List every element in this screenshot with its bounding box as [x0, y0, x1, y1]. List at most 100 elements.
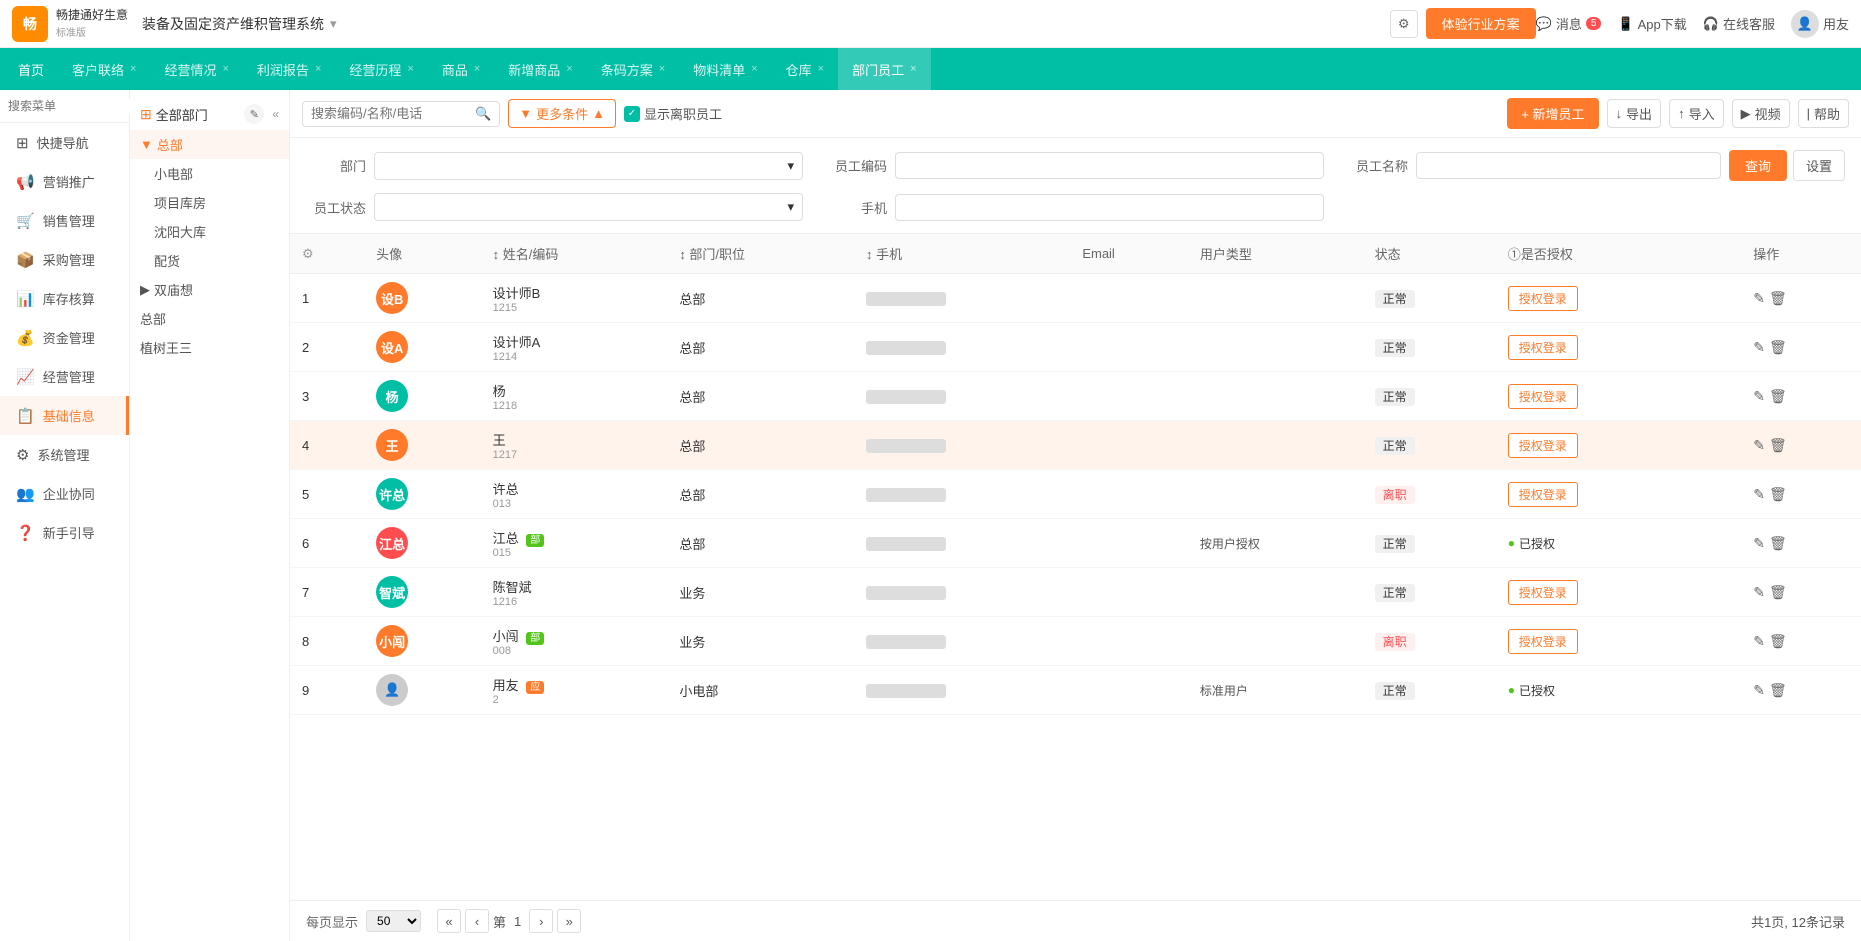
tab-close-icon[interactable]: ×	[222, 63, 228, 75]
import-button[interactable]: ↑ 导入	[1669, 99, 1724, 128]
auth-button[interactable]: 授权登录	[1508, 629, 1578, 654]
edit-button[interactable]: ✎	[1753, 437, 1765, 453]
tree-node-zongbu-parent[interactable]: ▼ 总部	[130, 130, 289, 159]
user-menu[interactable]: 👤 用友	[1791, 10, 1849, 38]
sidebar-item-operation[interactable]: 📈 经营管理	[0, 357, 129, 396]
tab-close-icon[interactable]: ×	[315, 63, 321, 75]
tab-close-icon[interactable]: ×	[818, 63, 824, 75]
tab-add-goods[interactable]: 新增商品 ×	[494, 48, 586, 90]
tab-goods[interactable]: 商品 ×	[428, 48, 494, 90]
tree-node-shenyang[interactable]: 沈阳大库	[130, 217, 289, 246]
edit-button[interactable]: ✎	[1753, 388, 1765, 404]
col-dept[interactable]: ↕ 部门/职位	[667, 234, 854, 274]
filter-empname-input[interactable]	[1416, 152, 1721, 179]
export-button[interactable]: ↓ 导出	[1607, 99, 1662, 128]
tree-edit-button[interactable]: ✎	[244, 104, 264, 124]
add-employee-button[interactable]: + 新增员工	[1507, 98, 1598, 129]
col-phone[interactable]: ↕ 手机	[854, 234, 1070, 274]
sidebar-item-purchase[interactable]: 📦 采购管理	[0, 240, 129, 279]
search-submit-icon[interactable]: 🔍	[475, 106, 491, 122]
delete-button[interactable]: 🗑	[1769, 486, 1787, 502]
tree-node-xiaodian[interactable]: 小电部	[130, 159, 289, 188]
delete-button[interactable]: 🗑	[1769, 388, 1787, 404]
edit-button[interactable]: ✎	[1753, 584, 1765, 600]
sidebar-item-marketing[interactable]: 📢 营销推广	[0, 162, 129, 201]
filter-empcode-input[interactable]	[895, 152, 1324, 179]
tree-collapse-button[interactable]: «	[272, 107, 279, 121]
tab-warehouse[interactable]: 仓库 ×	[772, 48, 838, 90]
title-dropdown-icon[interactable]: ▾	[330, 16, 337, 32]
sidebar-item-basic[interactable]: 📋 基础信息	[0, 396, 129, 435]
tab-customer[interactable]: 客户联络 ×	[58, 48, 150, 90]
auth-button[interactable]: 授权登录	[1508, 482, 1578, 507]
search-input[interactable]	[311, 106, 471, 121]
reset-button[interactable]: 设置	[1793, 150, 1845, 181]
sidebar-item-guide[interactable]: ❓ 新手引导	[0, 513, 129, 552]
last-page-button[interactable]: »	[557, 909, 581, 933]
messages-button[interactable]: 💬 消息 5	[1536, 14, 1602, 33]
show-resigned-toggle[interactable]: ✓ 显示离职员工	[624, 104, 722, 123]
tab-operation-status[interactable]: 经营情况 ×	[150, 48, 242, 90]
auth-button[interactable]: 授权登录	[1508, 580, 1578, 605]
filter-dept-select[interactable]: ▾	[374, 152, 803, 180]
tab-bom[interactable]: 物料清单 ×	[679, 48, 771, 90]
tab-close-icon[interactable]: ×	[130, 63, 136, 75]
filter-status-select[interactable]: ▾	[374, 193, 803, 221]
trial-button[interactable]: 体验行业方案	[1426, 8, 1536, 39]
more-filter-button[interactable]: ▼ 更多条件 ▲	[508, 99, 616, 128]
sidebar-item-sales[interactable]: 🛒 销售管理	[0, 201, 129, 240]
tree-node-peihuo[interactable]: 配货	[130, 246, 289, 275]
delete-button[interactable]: 🗑	[1769, 584, 1787, 600]
next-page-button[interactable]: ›	[529, 909, 553, 933]
sidebar-item-finance[interactable]: 💰 资金管理	[0, 318, 129, 357]
delete-button[interactable]: 🗑	[1769, 437, 1787, 453]
sidebar-item-system[interactable]: ⚙ 系统管理	[0, 435, 129, 474]
show-resigned-checkbox[interactable]: ✓	[624, 106, 640, 122]
page-size-select[interactable]: 50 20 100	[366, 910, 421, 932]
edit-button[interactable]: ✎	[1753, 290, 1765, 306]
delete-button[interactable]: 🗑	[1769, 290, 1787, 306]
auth-button[interactable]: 授权登录	[1508, 335, 1578, 360]
auth-button[interactable]: 授权登录	[1508, 286, 1578, 311]
first-page-button[interactable]: «	[437, 909, 461, 933]
auth-button[interactable]: 授权登录	[1508, 384, 1578, 409]
edit-button[interactable]: ✎	[1753, 486, 1765, 502]
column-settings-icon[interactable]: ⚙	[302, 246, 314, 261]
delete-button[interactable]: 🗑	[1769, 339, 1787, 355]
edit-button[interactable]: ✎	[1753, 339, 1765, 355]
filter-phone-input[interactable]	[895, 194, 1324, 221]
tab-barcode[interactable]: 条码方案 ×	[587, 48, 679, 90]
prev-page-button[interactable]: ‹	[465, 909, 489, 933]
col-name[interactable]: ↕ 姓名/编码	[481, 234, 668, 274]
online-service-button[interactable]: 🎧 在线客服	[1703, 14, 1775, 33]
tab-home[interactable]: 首页	[4, 48, 58, 90]
tab-close-icon[interactable]: ×	[407, 63, 413, 75]
auth-button[interactable]: 授权登录	[1508, 433, 1578, 458]
sidebar-item-collab[interactable]: 👥 企业协同	[0, 474, 129, 513]
view-button[interactable]: ▶ 视频	[1732, 99, 1790, 128]
edit-button[interactable]: ✎	[1753, 682, 1765, 698]
settings-button[interactable]: ⚙	[1390, 10, 1418, 38]
tab-close-icon[interactable]: ×	[751, 63, 757, 75]
tab-profit-report[interactable]: 利润报告 ×	[243, 48, 335, 90]
delete-button[interactable]: 🗑	[1769, 535, 1787, 551]
delete-button[interactable]: 🗑	[1769, 682, 1787, 698]
query-button[interactable]: 查询	[1729, 150, 1787, 181]
tab-close-active-icon[interactable]: ×	[910, 63, 916, 75]
tree-node-zongbu2[interactable]: 总部	[130, 304, 289, 333]
app-download-button[interactable]: 📱 App下载	[1617, 14, 1686, 33]
tab-close-icon[interactable]: ×	[566, 63, 572, 75]
help-button[interactable]: | 帮助	[1798, 99, 1849, 128]
tab-close-icon[interactable]: ×	[659, 63, 665, 75]
sidebar-item-inventory[interactable]: 📊 库存核算	[0, 279, 129, 318]
sidebar-item-quick-nav[interactable]: ⊞ 快捷导航	[0, 123, 129, 162]
tab-close-icon[interactable]: ×	[474, 63, 480, 75]
delete-button[interactable]: 🗑	[1769, 633, 1787, 649]
edit-button[interactable]: ✎	[1753, 535, 1765, 551]
tab-operation-history[interactable]: 经营历程 ×	[335, 48, 427, 90]
tree-node-xiangmu[interactable]: 项目库房	[130, 188, 289, 217]
edit-button[interactable]: ✎	[1753, 633, 1765, 649]
tree-node-shuangmiao[interactable]: ▶ 双庙想	[130, 275, 289, 304]
tree-node-zhishu[interactable]: 植树王三	[130, 333, 289, 362]
tab-employees[interactable]: 部门员工 ×	[838, 48, 930, 90]
